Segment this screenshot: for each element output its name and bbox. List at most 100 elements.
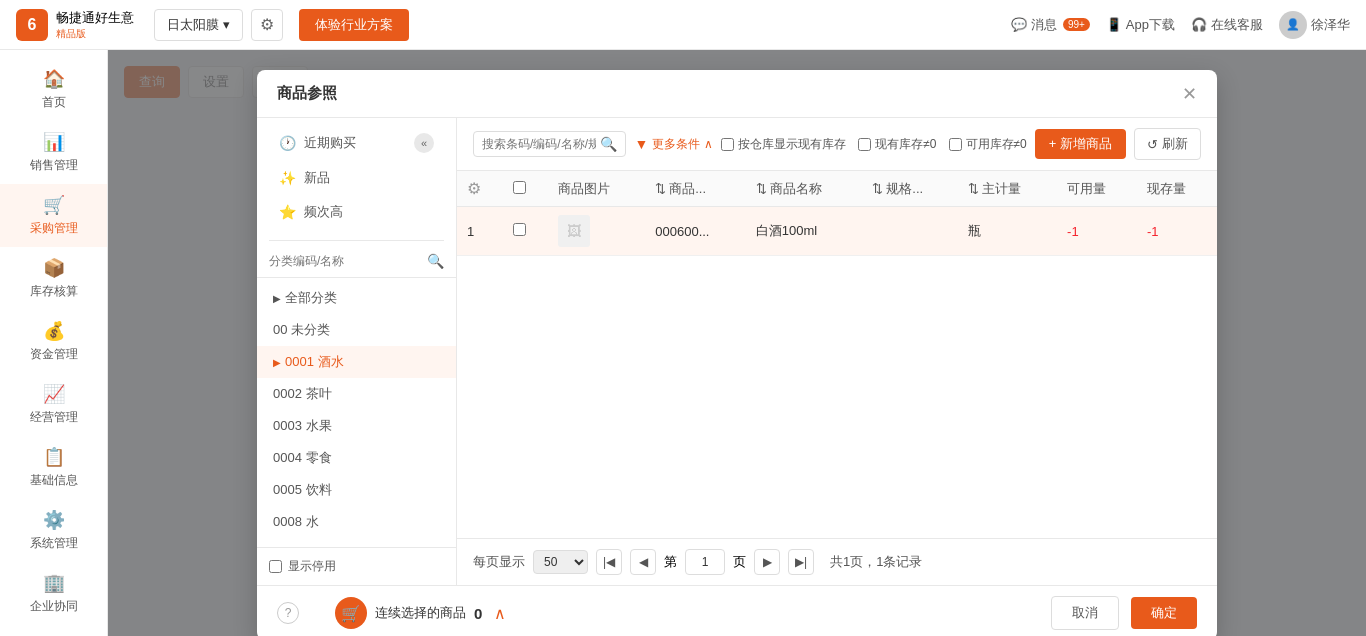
enterprise-icon: 🏢	[43, 572, 65, 594]
checkbox-available-nonzero-input[interactable]	[949, 138, 962, 151]
th-available: 可用量	[1057, 171, 1137, 207]
category-search-input[interactable]	[269, 254, 421, 268]
sidebar-item-label: 首页	[42, 94, 66, 111]
trial-button[interactable]: 体验行业方案	[299, 9, 409, 41]
headset-icon: 🎧	[1191, 17, 1207, 32]
checkbox-by-warehouse[interactable]: 按仓库显示现有库存	[721, 136, 846, 153]
last-page-button[interactable]: ▶|	[788, 549, 814, 575]
show-disabled-checkbox[interactable]	[269, 560, 282, 573]
page-number-input[interactable]	[685, 549, 725, 575]
sidebar-item-operations[interactable]: 📈 经营管理	[0, 373, 107, 436]
th-settings[interactable]: ⚙	[457, 171, 503, 207]
checkbox-stock-nonzero[interactable]: 现有库存≠0	[858, 136, 936, 153]
cell-seq: 1	[457, 207, 503, 256]
page-size-select[interactable]: 2050100	[533, 550, 588, 574]
first-page-button[interactable]: |◀	[596, 549, 622, 575]
sidebar-item-label: 采购管理	[30, 220, 78, 237]
category-item-0001[interactable]: ▶ 0001 酒水	[257, 346, 456, 378]
cell-code: 000600...	[645, 207, 746, 256]
th-unit[interactable]: ⇅ 主计量	[958, 171, 1057, 207]
category-item-all[interactable]: ▶ 全部分类	[257, 282, 456, 314]
nav-right: 💬 消息 99+ 📱 App下载 🎧 在线客服 👤 徐泽华	[1011, 11, 1350, 39]
basic-icon: 📋	[43, 446, 65, 468]
online-service-nav[interactable]: 🎧 在线客服	[1191, 16, 1263, 34]
sidebar-item-capital[interactable]: 💰 资金管理	[0, 310, 107, 373]
cell-checkbox	[503, 207, 548, 256]
table-body: 1 🖼 000600... 白酒100ml 瓶	[457, 207, 1217, 256]
search-icon[interactable]: 🔍	[600, 136, 617, 152]
page-info: 共1页，1条记录	[830, 553, 922, 571]
sidebar-item-sales[interactable]: 📊 销售管理	[0, 121, 107, 184]
message-icon: 💬	[1011, 17, 1027, 32]
cart-count: 0	[474, 605, 482, 622]
messages-nav[interactable]: 💬 消息 99+	[1011, 16, 1090, 34]
right-panel: 🔍 ▼ 更多条件 ∧ 按仓库显示现有库存	[457, 118, 1217, 585]
product-search-input[interactable]	[482, 137, 596, 151]
category-item-0005[interactable]: 0005 饮料	[257, 474, 456, 506]
top-nav: 6 畅捷通好生意 精品版 日太阳膜 ▾ ⚙ 体验行业方案 💬 消息 99+ 📱 …	[0, 0, 1366, 50]
cell-unit: 瓶	[958, 207, 1057, 256]
next-page-button[interactable]: ▶	[754, 549, 780, 575]
purchase-icon: 🛒	[43, 194, 65, 216]
filter-button[interactable]: ▼ 更多条件 ∧	[634, 136, 713, 153]
checkbox-available-nonzero[interactable]: 可用库存≠0	[949, 136, 1027, 153]
show-disabled-area: 显示停用	[257, 547, 456, 585]
category-search-icon[interactable]: 🔍	[427, 253, 444, 269]
pagination: 每页显示 2050100 |◀ ◀ 第 页 ▶ ▶| 共1页，1条记录	[457, 538, 1217, 585]
logo-icon: 6	[16, 9, 48, 41]
th-name[interactable]: ⇅ 商品名称	[746, 171, 862, 207]
left-panel-tabs: 🕐 近期购买 « ✨ 新品 ⭐ 频次高	[257, 118, 456, 236]
divider	[269, 240, 444, 241]
sidebar-item-inventory[interactable]: 📦 库存核算	[0, 247, 107, 310]
tab-recent-purchase[interactable]: 🕐 近期购买 «	[269, 126, 444, 160]
table-row[interactable]: 1 🖼 000600... 白酒100ml 瓶	[457, 207, 1217, 256]
category-item-0004[interactable]: 0004 零食	[257, 442, 456, 474]
collapse-left-button[interactable]: «	[414, 133, 434, 153]
sidebar-item-label: 系统管理	[30, 535, 78, 552]
help-icon[interactable]: ?	[277, 602, 299, 624]
sort-icon: ⇅	[756, 181, 767, 196]
app-download-nav[interactable]: 📱 App下载	[1106, 16, 1175, 34]
chevron-down-icon: ▾	[223, 17, 230, 32]
select-all-checkbox[interactable]	[513, 181, 526, 194]
row-checkbox[interactable]	[513, 223, 526, 236]
dialog-close-button[interactable]: ✕	[1182, 85, 1197, 103]
sidebar-item-home[interactable]: 🏠 首页	[0, 58, 107, 121]
prev-page-button[interactable]: ◀	[630, 549, 656, 575]
category-item-0010[interactable]: 0010 家电	[257, 538, 456, 547]
add-product-button[interactable]: + 新增商品	[1035, 129, 1126, 159]
th-spec[interactable]: ⇅ 规格...	[862, 171, 958, 207]
refresh-button[interactable]: ↺ 刷新	[1134, 128, 1201, 160]
category-item-00[interactable]: 00 未分类	[257, 314, 456, 346]
cancel-button[interactable]: 取消	[1051, 596, 1119, 630]
category-item-0002[interactable]: 0002 茶叶	[257, 378, 456, 410]
category-item-0003[interactable]: 0003 水果	[257, 410, 456, 442]
dialog-footer: ? 🛒 连续选择的商品 0 ∧ 取消 确定	[257, 585, 1217, 636]
tab-frequent-label: 频次高	[304, 203, 343, 221]
operations-icon: 📈	[43, 383, 65, 405]
checkbox-by-warehouse-input[interactable]	[721, 138, 734, 151]
sidebar: 🏠 首页 📊 销售管理 🛒 采购管理 📦 库存核算 💰 资金管理 📈 经营管理 …	[0, 50, 108, 636]
checkbox-stock-nonzero-input[interactable]	[858, 138, 871, 151]
sidebar-item-basic[interactable]: 📋 基础信息	[0, 436, 107, 499]
th-code[interactable]: ⇅ 商品...	[645, 171, 746, 207]
product-table-wrap: ⚙ 商品图片	[457, 171, 1217, 538]
settings-icon[interactable]: ⚙	[251, 9, 283, 41]
sidebar-item-system[interactable]: ⚙️ 系统管理	[0, 499, 107, 562]
page-suffix: 页	[733, 553, 746, 571]
sidebar-item-enterprise[interactable]: 🏢 企业协同	[0, 562, 107, 625]
th-checkbox	[503, 171, 548, 207]
arrow-icon: ▶	[273, 293, 281, 304]
confirm-button[interactable]: 确定	[1131, 597, 1197, 629]
company-dropdown[interactable]: 日太阳膜 ▾	[154, 9, 243, 41]
user-profile-nav[interactable]: 👤 徐泽华	[1279, 11, 1350, 39]
cart-area: 🛒 连续选择的商品 0 ∧	[335, 597, 506, 629]
tab-new-products[interactable]: ✨ 新品	[269, 162, 444, 194]
sidebar-item-label: 库存核算	[30, 283, 78, 300]
sidebar-item-purchase[interactable]: 🛒 采购管理	[0, 184, 107, 247]
tab-frequent[interactable]: ⭐ 频次高	[269, 196, 444, 228]
sales-icon: 📊	[43, 131, 65, 153]
collapse-cart-button[interactable]: ∧	[494, 604, 506, 623]
category-item-0008[interactable]: 0008 水	[257, 506, 456, 538]
sidebar-item-guide[interactable]: 🎯 新手引导	[0, 625, 107, 636]
